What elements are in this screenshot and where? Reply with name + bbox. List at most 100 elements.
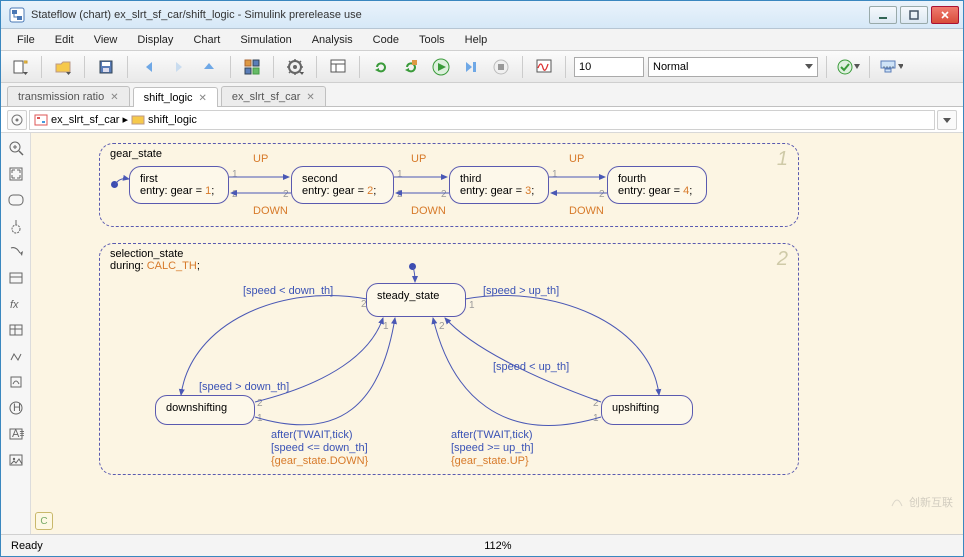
tab-transmission-ratio[interactable]: transmission ratio ✕ — [7, 86, 130, 106]
state-second[interactable]: second entry: gear = 2; — [291, 166, 394, 204]
separator — [359, 56, 360, 78]
default-transition-dot — [409, 263, 416, 270]
tab-label: transmission ratio — [18, 91, 104, 103]
sim-mode-select[interactable]: Normal — [648, 57, 818, 77]
separator — [565, 56, 566, 78]
stop-button[interactable] — [488, 55, 514, 79]
up-button[interactable] — [196, 55, 222, 79]
menu-tools[interactable]: Tools — [409, 31, 455, 49]
library-browser-button[interactable] — [239, 55, 265, 79]
breadcrumb-seg[interactable]: ex_slrt_sf_car — [51, 114, 119, 126]
stop-time-input[interactable] — [574, 57, 644, 77]
nav-most-visited-button[interactable] — [7, 110, 27, 130]
chevron-down-icon — [805, 63, 813, 71]
tab-ex-slrt-sf-car[interactable]: ex_slrt_sf_car ✕ — [221, 86, 326, 106]
menu-analysis[interactable]: Analysis — [302, 31, 363, 49]
menu-edit[interactable]: Edit — [45, 31, 84, 49]
chart-icon — [131, 113, 145, 127]
close-icon[interactable]: ✕ — [306, 92, 314, 103]
minimize-button[interactable] — [869, 6, 897, 24]
state-downshifting[interactable]: downshifting — [155, 395, 255, 425]
state-third[interactable]: third entry: gear = 3; — [449, 166, 549, 204]
status-zoom: 112% — [484, 540, 511, 552]
breadcrumb[interactable]: ex_slrt_sf_car ▸ shift_logic — [29, 110, 935, 130]
breadcrumb-seg[interactable]: shift_logic — [148, 114, 197, 126]
default-transition-tool-icon[interactable] — [5, 241, 27, 263]
tab-shift-logic[interactable]: shift_logic✕ — [133, 87, 218, 107]
model-config-button[interactable] — [282, 55, 308, 79]
state-first[interactable]: first entry: gear = 1; — [129, 166, 229, 204]
close-button[interactable] — [931, 6, 959, 24]
zoom-fit-icon[interactable] — [5, 137, 27, 159]
state-tool-icon[interactable] — [5, 189, 27, 211]
sim-mode-value: Normal — [653, 61, 688, 73]
toolbar: Normal — [1, 51, 963, 83]
state-name: fourth — [618, 173, 696, 185]
tabstrip: transmission ratio ✕ shift_logic✕ ex_slrt… — [1, 83, 963, 107]
menu-display[interactable]: Display — [127, 31, 183, 49]
history-junction-icon[interactable]: H — [5, 397, 27, 419]
transition-label: DOWN — [253, 205, 288, 217]
transition-label: after(TWAIT,tick) [speed >= up_th] {gear… — [451, 429, 534, 468]
transition-label: [speed < up_th] — [493, 361, 569, 373]
superstate-selection-state[interactable]: selection_state during: CALC_TH; 2 — [99, 243, 799, 475]
default-transition-dot — [111, 181, 118, 188]
image-tool-icon[interactable] — [5, 449, 27, 471]
state-fourth[interactable]: fourth entry: gear = 4; — [607, 166, 707, 204]
chart-canvas[interactable]: gear_state 1 first entry: gear = 1; seco… — [31, 133, 963, 534]
menu-chart[interactable]: Chart — [183, 31, 230, 49]
function-tool-icon[interactable]: fx — [5, 293, 27, 315]
state-name: first — [140, 173, 218, 185]
save-button[interactable] — [93, 55, 119, 79]
menu-file[interactable]: File — [7, 31, 45, 49]
menu-simulation[interactable]: Simulation — [230, 31, 301, 49]
build-button[interactable] — [398, 55, 424, 79]
superstate-priority: 1 — [777, 148, 788, 171]
junction-tool-icon[interactable] — [5, 215, 27, 237]
simulink-function-icon[interactable] — [5, 345, 27, 367]
box-tool-icon[interactable] — [5, 267, 27, 289]
signal-analyzer-button[interactable] — [531, 55, 557, 79]
fit-to-view-icon[interactable] — [5, 163, 27, 185]
back-button[interactable] — [136, 55, 162, 79]
transition-label: UP — [569, 153, 584, 165]
chevron-down-icon — [898, 64, 903, 70]
close-icon[interactable]: ✕ — [199, 93, 207, 104]
transition-label: DOWN — [411, 205, 446, 217]
c-action-language-badge[interactable]: C — [35, 512, 53, 530]
superstate-label: selection_state during: CALC_TH; — [110, 248, 200, 272]
state-name: upshifting — [612, 402, 682, 414]
state-upshifting[interactable]: upshifting — [601, 395, 693, 425]
watermark: 创新互联 — [889, 494, 953, 510]
graphical-function-icon[interactable] — [5, 371, 27, 393]
svg-text:fx: fx — [10, 299, 19, 311]
separator — [316, 56, 317, 78]
close-icon[interactable]: ✕ — [110, 92, 118, 103]
check-button[interactable] — [835, 55, 861, 79]
new-button[interactable] — [7, 55, 33, 79]
breadcrumb-sep: ▸ — [122, 113, 128, 126]
breadcrumb-dropdown-button[interactable] — [937, 110, 957, 130]
annotation-tool-icon[interactable]: A≡ — [5, 423, 27, 445]
truth-table-icon[interactable] — [5, 319, 27, 341]
target-button[interactable] — [878, 55, 904, 79]
open-button[interactable] — [50, 55, 76, 79]
forward-button[interactable] — [166, 55, 192, 79]
update-diagram-button[interactable] — [368, 55, 394, 79]
menu-code[interactable]: Code — [363, 31, 409, 49]
run-button[interactable] — [428, 55, 454, 79]
maximize-button[interactable] — [900, 6, 928, 24]
state-action: entry: gear = 1; — [140, 185, 214, 197]
svg-text:A≡: A≡ — [12, 428, 24, 440]
model-explorer-button[interactable] — [325, 55, 351, 79]
menu-view[interactable]: View — [84, 31, 128, 49]
separator — [522, 56, 523, 78]
separator — [127, 56, 128, 78]
tab-label: ex_slrt_sf_car — [232, 91, 300, 103]
menu-help[interactable]: Help — [455, 31, 498, 49]
transition-label: [speed < down_th] — [243, 285, 333, 297]
step-forward-button[interactable] — [458, 55, 484, 79]
transition-label: [speed > up_th] — [483, 285, 559, 297]
separator — [826, 56, 827, 78]
state-steady[interactable]: steady_state — [366, 283, 466, 317]
